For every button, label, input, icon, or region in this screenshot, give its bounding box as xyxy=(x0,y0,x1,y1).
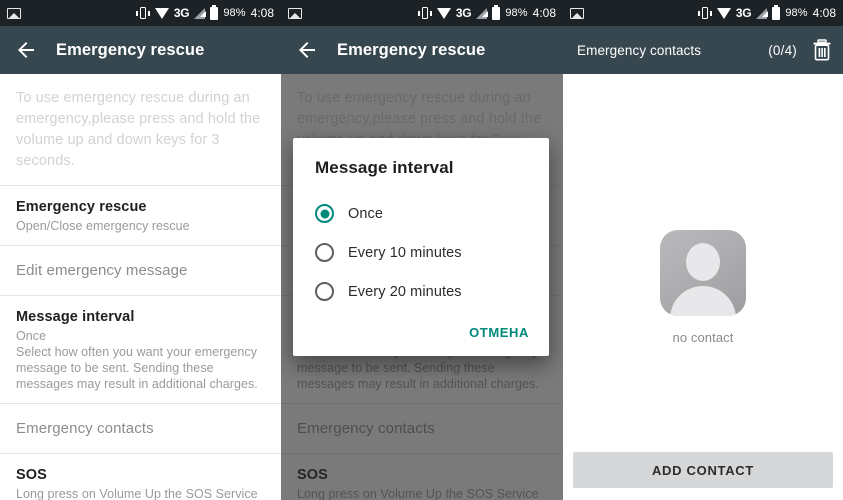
radio-option-label: Once xyxy=(348,205,384,222)
status-bar-left xyxy=(7,7,21,19)
trash-icon[interactable] xyxy=(811,38,833,62)
status-bar: 3G 98% 4:08 xyxy=(563,0,843,26)
back-arrow-icon[interactable] xyxy=(295,38,319,62)
photo-icon xyxy=(570,7,584,19)
list-item-title: Emergency rescue xyxy=(16,199,147,215)
list-item-title: Edit emergency message xyxy=(16,262,188,279)
photo-icon xyxy=(288,7,302,19)
panel-emergency-rescue-settings: 3G 98% 4:08 Emergency rescue To use emer… xyxy=(0,0,281,500)
settings-list-dimmed: To use emergency rescue during an emerge… xyxy=(281,74,563,500)
status-bar: 3G 98% 4:08 xyxy=(0,0,281,26)
cancel-button[interactable]: ОТМЕНА xyxy=(469,325,529,340)
list-item-sos[interactable]: SOS Long press on Volume Up the SOS Serv… xyxy=(0,454,281,500)
radio-option-once[interactable]: Once xyxy=(293,194,549,233)
list-item-title: Message interval xyxy=(16,309,135,325)
vibrate-icon xyxy=(135,7,150,19)
toolbar: Emergency rescue xyxy=(281,26,563,74)
list-item-title: Emergency contacts xyxy=(16,420,154,437)
radio-button-icon[interactable] xyxy=(315,282,334,301)
battery-percent-label: 98% xyxy=(223,7,246,19)
screenshot-triptych: 3G 98% 4:08 Emergency rescue To use emer… xyxy=(0,0,843,500)
list-item-subtitle: Once Select how often you want your emer… xyxy=(16,329,258,391)
list-item-edit-emergency-message[interactable]: Edit emergency message xyxy=(0,246,281,295)
add-contact-button[interactable]: ADD CONTACT xyxy=(573,452,833,488)
status-bar-left xyxy=(288,7,302,19)
clock-label: 4:08 xyxy=(250,6,274,20)
status-bar-right: 3G 98% 4:08 xyxy=(697,4,836,20)
battery-icon xyxy=(772,4,781,20)
panel-message-interval-dialog: 3G 98% 4:08 Emergency rescue To use emer… xyxy=(281,0,563,500)
radio-option-label: Every 10 minutes xyxy=(348,244,462,261)
clock-label: 4:08 xyxy=(532,6,556,20)
radio-option-every-20-minutes[interactable]: Every 20 minutes xyxy=(293,272,549,311)
battery-icon xyxy=(492,4,501,20)
signal-bars-icon xyxy=(756,7,769,19)
page-title: Emergency contacts xyxy=(577,42,702,58)
network-type-label: 3G xyxy=(173,6,190,20)
network-type-label: 3G xyxy=(735,6,752,20)
photo-icon xyxy=(7,7,21,19)
back-arrow-icon[interactable] xyxy=(14,38,38,62)
network-type-label: 3G xyxy=(455,6,472,20)
wifi-icon xyxy=(716,7,731,19)
empty-state: no contact ADD CONTACT xyxy=(563,74,843,500)
status-bar-right: 3G 98% 4:08 xyxy=(135,4,274,20)
battery-icon xyxy=(210,4,219,20)
wifi-icon xyxy=(154,7,169,19)
status-bar-left xyxy=(570,7,584,19)
signal-bars-icon xyxy=(476,7,489,19)
battery-percent-label: 98% xyxy=(785,7,808,19)
list-item-title: SOS xyxy=(16,467,47,483)
empty-state-label: no contact xyxy=(672,329,734,345)
status-bar: 3G 98% 4:08 xyxy=(281,0,563,26)
clock-label: 4:08 xyxy=(812,6,836,20)
radio-option-label: Every 20 minutes xyxy=(348,283,462,300)
radio-button-icon[interactable] xyxy=(315,243,334,262)
radio-button-selected-icon[interactable] xyxy=(315,204,334,223)
radio-option-every-10-minutes[interactable]: Every 10 minutes xyxy=(293,233,549,272)
panel-emergency-contacts: 3G 98% 4:08 Emergency contacts (0/4) no … xyxy=(563,0,843,500)
settings-list: To use emergency rescue during an emerge… xyxy=(0,74,281,500)
wifi-icon xyxy=(436,7,451,19)
toolbar: Emergency contacts (0/4) xyxy=(563,26,843,74)
dialog-title: Message interval xyxy=(315,158,454,177)
page-title: Emergency rescue xyxy=(56,40,205,59)
dialog-actions: ОТМЕНА xyxy=(293,311,549,348)
vibrate-icon xyxy=(417,7,432,19)
battery-percent-label: 98% xyxy=(505,7,528,19)
list-item-subtitle: Long press on Volume Up the SOS Service … xyxy=(16,487,258,500)
list-item-emergency-rescue[interactable]: Emergency rescue Open/Close emergency re… xyxy=(0,186,281,245)
vibrate-icon xyxy=(697,7,712,19)
list-item-message-interval[interactable]: Message interval Once Select how often y… xyxy=(0,296,281,403)
toolbar: Emergency rescue xyxy=(0,26,281,74)
contact-count-label: (0/4) xyxy=(768,42,797,58)
message-interval-dialog: Message interval Once Every 10 minutes E… xyxy=(293,138,549,356)
signal-bars-icon xyxy=(194,7,207,19)
page-title: Emergency rescue xyxy=(337,40,486,59)
list-item-subtitle: Open/Close emergency rescue xyxy=(16,219,190,233)
intro-description: To use emergency rescue during an emerge… xyxy=(16,90,261,169)
contact-avatar-placeholder-icon xyxy=(660,229,746,316)
status-bar-right: 3G 98% 4:08 xyxy=(417,4,556,20)
list-item-emergency-contacts[interactable]: Emergency contacts xyxy=(0,404,281,453)
